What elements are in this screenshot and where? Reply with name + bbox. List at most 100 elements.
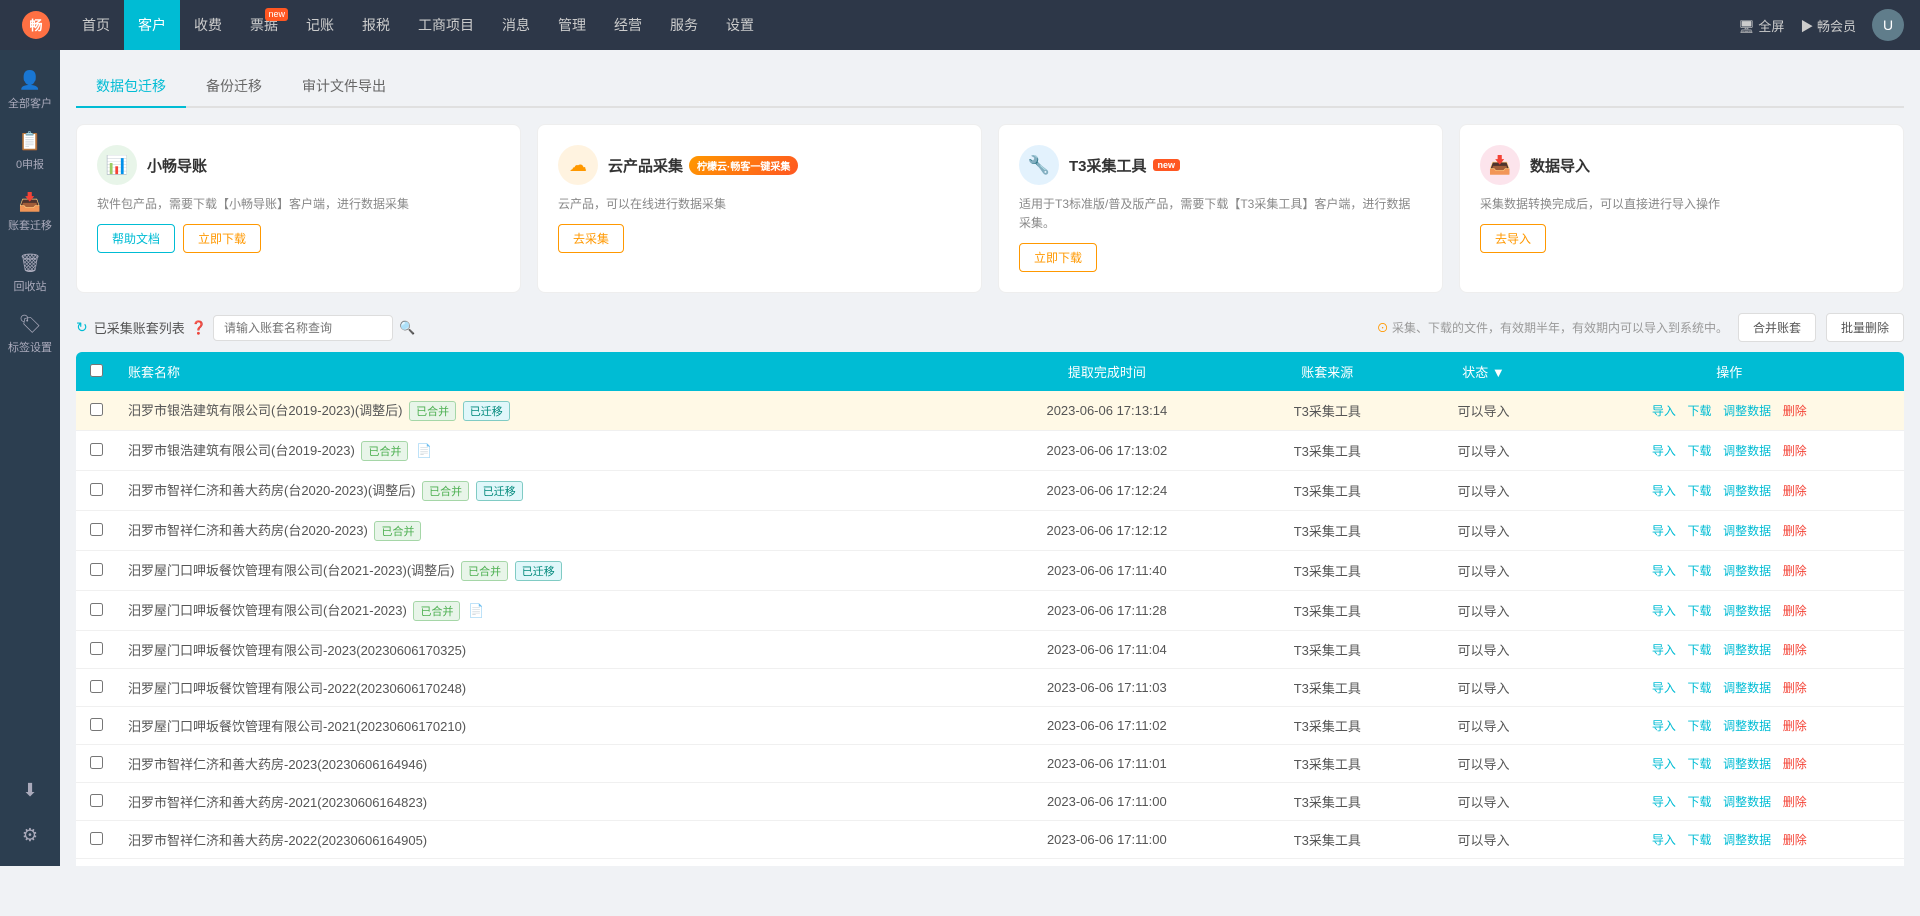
import-link[interactable]: 导入 [1652,484,1676,498]
nav-bill[interactable]: 票据new [236,0,292,50]
delete-link[interactable]: 删除 [1783,524,1807,538]
delete-link[interactable]: 删除 [1783,795,1807,809]
import-link[interactable]: 导入 [1652,643,1676,657]
t3tool-download-btn[interactable]: 立即下载 [1019,243,1097,272]
sidebar-item-zero-declare[interactable]: 📋 0申报 [0,121,60,182]
delete-link[interactable]: 删除 [1783,719,1807,733]
row-checkbox[interactable] [90,523,103,536]
user-avatar[interactable]: U [1872,9,1904,41]
yunproduct-collect-btn[interactable]: 去采集 [558,224,624,253]
adjust-link[interactable]: 调整数据 [1723,795,1771,809]
import-link[interactable]: 导入 [1652,719,1676,733]
member-btn[interactable]: ▶ 畅会员 [1800,16,1856,35]
refresh-icon[interactable]: ↻ [76,319,88,336]
download-link[interactable]: 下载 [1687,404,1711,418]
sidebar-item-all-clients[interactable]: 👤 全部客户 [0,60,60,121]
nav-account[interactable]: 记账 [292,0,348,50]
adjust-link[interactable]: 调整数据 [1723,564,1771,578]
nav-settings[interactable]: 设置 [712,0,768,50]
sidebar-item-download[interactable]: ⬇ [0,770,60,811]
delete-link[interactable]: 删除 [1783,643,1807,657]
download-link[interactable]: 下载 [1687,757,1711,771]
adjust-link[interactable]: 调整数据 [1723,444,1771,458]
delete-link[interactable]: 删除 [1783,604,1807,618]
fullscreen-btn[interactable]: 🖥 全屏 [1738,16,1784,35]
import-link[interactable]: 导入 [1652,795,1676,809]
adjust-link[interactable]: 调整数据 [1723,404,1771,418]
tab-data-package[interactable]: 数据包迁移 [76,66,186,108]
row-checkbox[interactable] [90,563,103,576]
import-link[interactable]: 导入 [1652,604,1676,618]
import-link[interactable]: 导入 [1652,564,1676,578]
adjust-link[interactable]: 调整数据 [1723,524,1771,538]
import-link[interactable]: 导入 [1652,404,1676,418]
row-checkbox[interactable] [90,642,103,655]
adjust-link[interactable]: 调整数据 [1723,604,1771,618]
delete-link[interactable]: 删除 [1783,681,1807,695]
row-checkbox[interactable] [90,832,103,845]
sidebar-item-tag-settings[interactable]: 🏷 标签设置 [0,304,60,365]
sidebar-item-settings[interactable]: ⚙ [0,815,60,856]
delete-link[interactable]: 删除 [1783,484,1807,498]
import-link[interactable]: 导入 [1652,681,1676,695]
nav-message[interactable]: 消息 [488,0,544,50]
search-icon[interactable]: 🔍 [399,320,415,336]
xiaochangzhang-download-btn[interactable]: 立即下载 [183,224,261,253]
row-checkbox[interactable] [90,403,103,416]
download-link[interactable]: 下载 [1687,643,1711,657]
help-icon[interactable]: ❓ [191,320,207,336]
row-checkbox[interactable] [90,794,103,807]
import-link[interactable]: 导入 [1652,524,1676,538]
tab-audit-export[interactable]: 审计文件导出 [282,66,406,108]
sidebar-item-account-migrate[interactable]: 📥 账套迁移 [0,182,60,243]
batch-delete-btn[interactable]: 批量删除 [1826,313,1904,342]
row-checkbox[interactable] [90,603,103,616]
delete-link[interactable]: 删除 [1783,833,1807,847]
adjust-link[interactable]: 调整数据 [1723,757,1771,771]
adjust-link[interactable]: 调整数据 [1723,719,1771,733]
download-link[interactable]: 下载 [1687,681,1711,695]
row-checkbox[interactable] [90,718,103,731]
row-checkbox[interactable] [90,443,103,456]
tab-backup-migrate[interactable]: 备份迁移 [186,66,282,108]
delete-link[interactable]: 删除 [1783,564,1807,578]
row-checkbox[interactable] [90,680,103,693]
adjust-link[interactable]: 调整数据 [1723,833,1771,847]
dataimport-go-btn[interactable]: 去导入 [1480,224,1546,253]
sidebar-item-recycle[interactable]: 🗑 回收站 [0,243,60,304]
import-link[interactable]: 导入 [1652,833,1676,847]
nav-manage[interactable]: 管理 [544,0,600,50]
download-link[interactable]: 下载 [1687,564,1711,578]
search-input[interactable] [213,315,393,341]
nav-tax[interactable]: 报税 [348,0,404,50]
import-link[interactable]: 导入 [1652,757,1676,771]
adjust-link[interactable]: 调整数据 [1723,484,1771,498]
download-link[interactable]: 下载 [1687,719,1711,733]
download-link[interactable]: 下载 [1687,833,1711,847]
delete-link[interactable]: 删除 [1783,444,1807,458]
nav-operation[interactable]: 经营 [600,0,656,50]
nav-service[interactable]: 服务 [656,0,712,50]
download-link[interactable]: 下载 [1687,524,1711,538]
logo[interactable]: 畅 [16,5,56,45]
delete-link[interactable]: 删除 [1783,404,1807,418]
delete-link[interactable]: 删除 [1783,757,1807,771]
merge-accounts-btn[interactable]: 合并账套 [1738,313,1816,342]
row-checkbox[interactable] [90,483,103,496]
row-checkbox[interactable] [90,756,103,769]
adjust-link[interactable]: 调整数据 [1723,643,1771,657]
select-all-checkbox[interactable] [90,364,103,377]
adjust-link[interactable]: 调整数据 [1723,681,1771,695]
nav-business[interactable]: 工商项目 [404,0,488,50]
nav-customer[interactable]: 客户 [124,0,180,50]
download-link[interactable]: 下载 [1687,604,1711,618]
nav-fee[interactable]: 收费 [180,0,236,50]
download-link[interactable]: 下载 [1687,484,1711,498]
xiaochangzhang-help-btn[interactable]: 帮助文档 [97,224,175,253]
nav-home[interactable]: 首页 [68,0,124,50]
import-link[interactable]: 导入 [1652,444,1676,458]
download-link[interactable]: 下载 [1687,795,1711,809]
file-icon[interactable]: 📄 [416,443,432,458]
file-icon[interactable]: 📄 [468,603,484,618]
download-link[interactable]: 下载 [1687,444,1711,458]
